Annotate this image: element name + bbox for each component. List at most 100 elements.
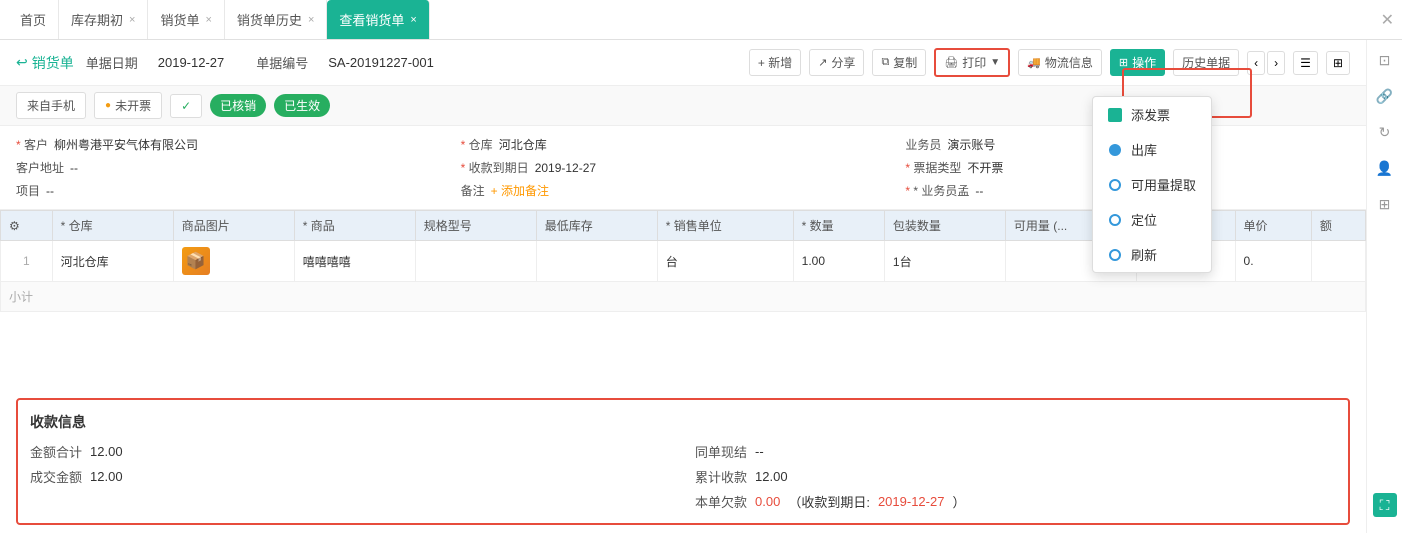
no-label: 单据编号: [256, 53, 308, 72]
row-pack-qty: 1台: [884, 241, 1005, 282]
copy-button[interactable]: ⧉ 复制: [872, 49, 926, 76]
check-confirm-button[interactable]: ✓: [170, 94, 202, 118]
col-unit: * 销售单位: [657, 211, 793, 241]
expand-icon[interactable]: ⛶: [1373, 493, 1397, 517]
share-button[interactable]: ↗ 分享: [809, 49, 864, 76]
checked-badge: 已核销: [210, 94, 266, 117]
row-unit-price: 0.: [1235, 241, 1311, 282]
col-min-stock: 最低库存: [536, 211, 657, 241]
col-qty: * 数量: [793, 211, 884, 241]
locate-item[interactable]: 定位: [1093, 202, 1211, 237]
doc-actions: + 新增 ↗ 分享 ⧉ 复制 🖨 打印 ▼ 🚚 物流信息: [749, 48, 1350, 77]
col-product: * 商品: [294, 211, 415, 241]
tab-close-inventory[interactable]: ×: [129, 14, 135, 26]
doc-header: ↩ 销货单 单据日期 2019-12-27 单据编号 SA-20191227-0…: [0, 40, 1366, 86]
cumulative-row: 累计收款 12.00: [695, 467, 1336, 486]
arrears-date: 2019-12-27: [878, 494, 945, 509]
payment-date-field: 收款到期日 2019-12-27: [461, 159, 906, 176]
deal-label: 成交金额: [30, 467, 82, 486]
total-amount-row: 金额合计 12.00: [30, 442, 671, 461]
operate-button[interactable]: ⊞ 操作: [1110, 49, 1165, 76]
date-label: 单据日期: [86, 53, 138, 72]
logistics-button[interactable]: 🚚 物流信息: [1018, 49, 1102, 76]
available-qty-icon: [1107, 177, 1123, 193]
sales-person-label: * 业务员孟: [905, 182, 969, 199]
ticket-type-value: 不开票: [967, 159, 1003, 176]
tab-view-sales[interactable]: 查看销货单 ×: [327, 0, 429, 39]
next-button[interactable]: ›: [1267, 51, 1285, 75]
new-button[interactable]: + 新增: [749, 49, 801, 76]
outbound-item[interactable]: 出库: [1093, 132, 1211, 167]
total-label: 金额合计: [30, 442, 82, 461]
refresh-item[interactable]: 刷新: [1093, 237, 1211, 272]
tab-close-sales[interactable]: ×: [205, 14, 211, 26]
customer-label: 客户: [16, 136, 48, 153]
payment-grid: 金额合计 12.00 成交金额 12.00 同单现结 -- 累计收款: [30, 442, 1336, 511]
deal-value: 12.00: [90, 469, 123, 484]
customer-field: 客户 柳州粤港平安气体有限公司: [16, 136, 461, 153]
address-value: --: [70, 161, 78, 175]
customer-value: 柳州粤港平安气体有限公司: [54, 136, 198, 153]
ticket-type-label: 票据类型: [905, 159, 961, 176]
doc-title-area: ↩ 销货单 单据日期 2019-12-27 单据编号 SA-20191227-0…: [16, 53, 434, 73]
sidebar-icon-1[interactable]: ⊡: [1373, 48, 1397, 72]
row-unit: 台: [657, 241, 793, 282]
sidebar-icon-5[interactable]: ⊞: [1373, 192, 1397, 216]
project-field: 项目 --: [16, 182, 461, 199]
tab-close-view-sales[interactable]: ×: [410, 14, 416, 26]
staff-label: 业务员: [905, 136, 941, 153]
tab-home[interactable]: 首页: [8, 0, 59, 39]
tab-sales-history[interactable]: 销货单历史 ×: [225, 0, 327, 39]
warehouse-value: 河北仓库: [499, 136, 547, 153]
row-qty: 1.00: [793, 241, 884, 282]
note-field: 备注 + 添加备注: [461, 182, 906, 199]
row-product-img: 📦: [173, 241, 294, 282]
warehouse-field: 仓库 河北仓库: [461, 136, 906, 153]
history-button[interactable]: 历史单据: [1173, 49, 1239, 76]
sidebar-icon-4[interactable]: 👤: [1373, 156, 1397, 180]
cumulative-label: 累计收款: [695, 467, 747, 486]
available-qty-item[interactable]: 可用量提取: [1093, 167, 1211, 202]
subtotal-row: 小计: [1, 282, 1366, 312]
cumulative-value: 12.00: [755, 469, 788, 484]
doc-meta: 单据日期 2019-12-27 单据编号 SA-20191227-001: [86, 53, 434, 72]
arrears-note: （收款到期日:: [788, 492, 870, 511]
tab-close-history[interactable]: ×: [308, 14, 314, 26]
tab-bar: 首页 库存期初 × 销货单 × 销货单历史 × 查看销货单 × ✕: [0, 0, 1402, 40]
col-warehouse: * 仓库: [52, 211, 173, 241]
col-product-img: 商品图片: [173, 211, 294, 241]
add-invoice-item[interactable]: 添发票: [1093, 97, 1211, 132]
no-value: SA-20191227-001: [328, 55, 434, 70]
tab-inventory-start[interactable]: 库存期初 ×: [59, 0, 148, 39]
add-invoice-icon: [1107, 107, 1123, 123]
total-value: 12.00: [90, 444, 123, 459]
effective-badge: 已生效: [274, 94, 330, 117]
col-settings[interactable]: ⚙: [1, 211, 53, 241]
address-label: 客户地址: [16, 159, 64, 176]
same-order-row: 同单现结 --: [695, 442, 1336, 461]
operate-dropdown: 添发票 出库 可用量提取 定位 刷新: [1092, 96, 1212, 273]
tab-sales-order[interactable]: 销货单 ×: [148, 0, 224, 39]
row-min-stock: [536, 241, 657, 282]
not-open-button[interactable]: ● 未开票: [94, 92, 162, 119]
product-image: 📦: [182, 247, 210, 275]
close-all-tabs[interactable]: ✕: [1381, 10, 1394, 30]
col-amount: 额: [1311, 211, 1365, 241]
same-order-value: --: [755, 444, 764, 459]
warehouse-label: 仓库: [461, 136, 493, 153]
arrears-close: ）: [952, 492, 965, 511]
print-button[interactable]: 🖨 打印 ▼: [934, 48, 1010, 77]
payment-title: 收款信息: [30, 412, 1336, 432]
nav-arrows: ‹ ›: [1247, 51, 1285, 75]
add-note-button[interactable]: + 添加备注: [491, 182, 549, 199]
prev-button[interactable]: ‹: [1247, 51, 1265, 75]
grid-view2-button[interactable]: ⊞: [1326, 51, 1350, 75]
sidebar-icon-2[interactable]: 🔗: [1373, 84, 1397, 108]
row-product: 嘻嘻嘻嘻: [294, 241, 415, 282]
row-model: [415, 241, 536, 282]
sidebar-icon-3[interactable]: ↻: [1373, 120, 1397, 144]
grid-view-button[interactable]: ☰: [1293, 51, 1318, 75]
staff-value: 演示账号: [947, 136, 995, 153]
address-field: 客户地址 --: [16, 159, 461, 176]
from-phone-button[interactable]: 来自手机: [16, 92, 86, 119]
